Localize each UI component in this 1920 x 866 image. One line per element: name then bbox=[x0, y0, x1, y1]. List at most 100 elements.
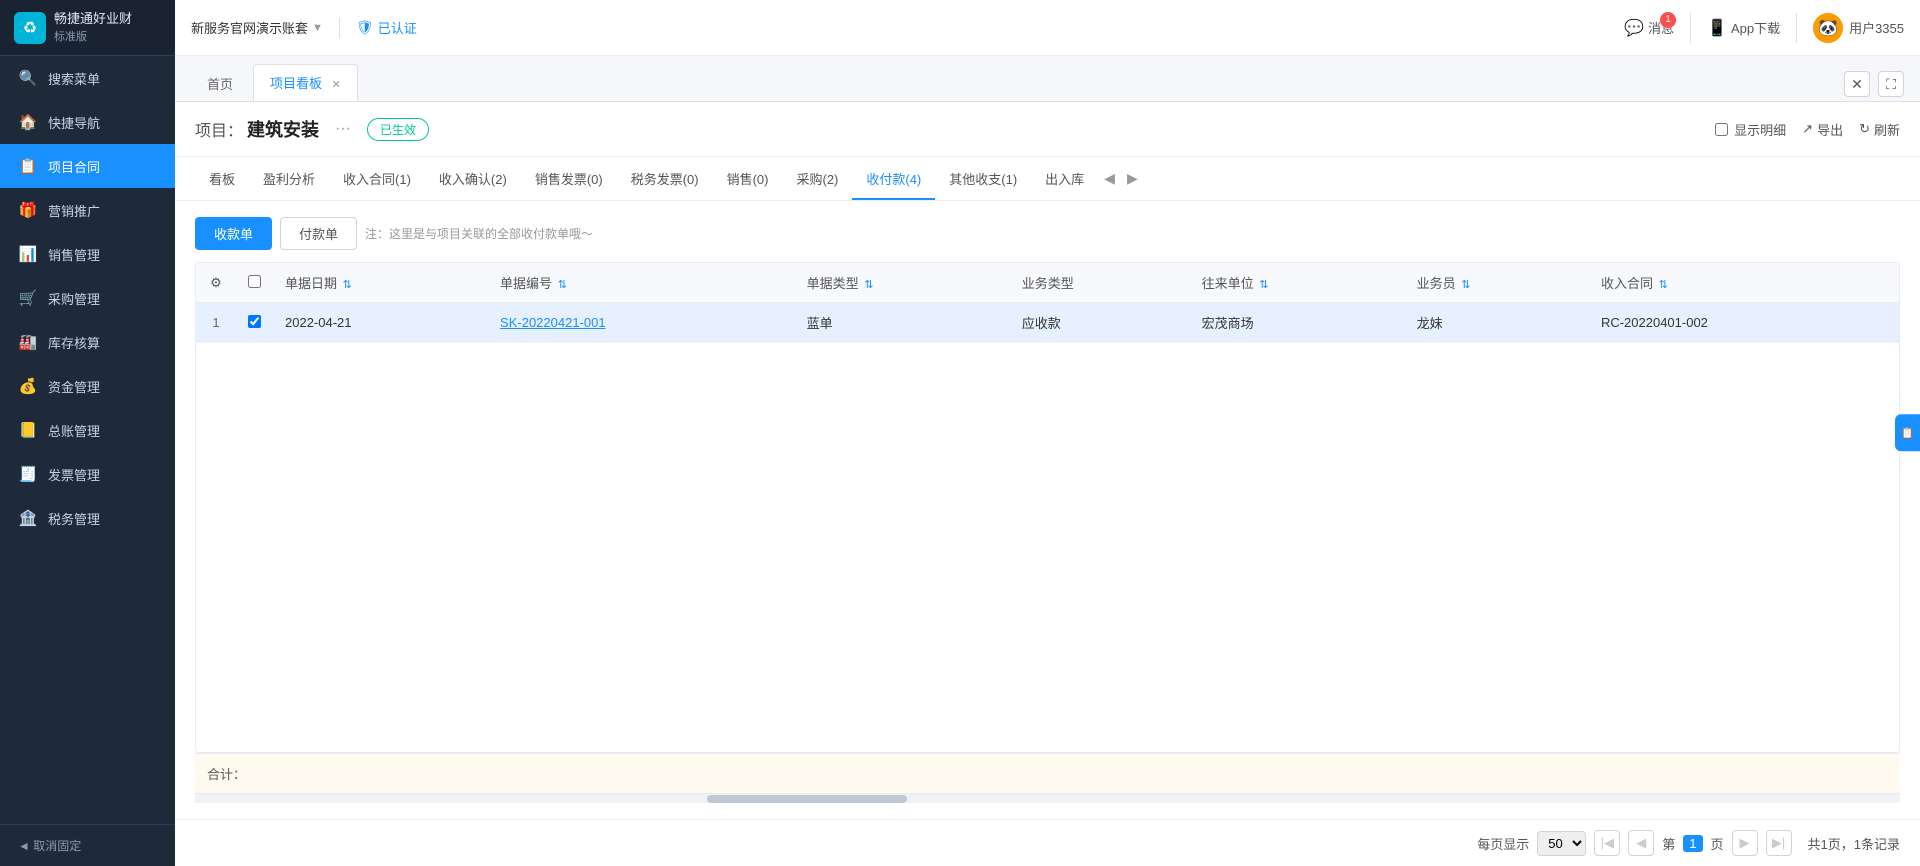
sub-nav-sales[interactable]: 销售(0) bbox=[713, 157, 783, 200]
receipt-toggle-button[interactable]: 收款单 bbox=[195, 217, 272, 250]
refresh-button[interactable]: ↻ 刷新 bbox=[1859, 120, 1900, 139]
table-footer: 合计： bbox=[195, 753, 1900, 793]
sub-nav-sales-invoice[interactable]: 销售发票(0) bbox=[521, 157, 617, 200]
data-table: ⚙ 单据日期 ⇅ 单据编号 ⇅ bbox=[196, 263, 1899, 343]
fullscreen-button[interactable]: ⛶ bbox=[1878, 71, 1904, 97]
chevron-down-icon: ▼ bbox=[312, 22, 323, 34]
main-content: 新服务官网演示账套 ▼ 🛡 已认证 💬 消息 1 📱 App下载 🐼 用户335… bbox=[175, 0, 1920, 866]
app-logo-icon: ♻ bbox=[14, 12, 46, 44]
topbar-right: 💬 消息 1 📱 App下载 🐼 用户3355 bbox=[1624, 13, 1904, 43]
first-page-button[interactable]: |◀ bbox=[1594, 830, 1620, 856]
sub-nav-next-arrow[interactable]: ▶ bbox=[1121, 162, 1144, 195]
sidebar-logo: ♻ 畅捷通好业财 标准版 bbox=[0, 0, 175, 56]
float-tab-icon: 📋 bbox=[1901, 426, 1913, 439]
horizontal-scrollbar[interactable] bbox=[195, 793, 1900, 803]
th-biz-type: 业务类型 bbox=[1010, 263, 1190, 303]
sub-nav-purchase[interactable]: 采购(2) bbox=[782, 157, 852, 200]
data-table-wrapper: ⚙ 单据日期 ⇅ 单据编号 ⇅ bbox=[195, 262, 1900, 753]
export-button[interactable]: ↗ 导出 bbox=[1802, 120, 1843, 139]
td-type: 蓝单 bbox=[795, 303, 1010, 343]
sidebar: ♻ 畅捷通好业财 标准版 🔍 搜索菜单 🏠 快捷导航 📋 项目合同 🎁 营销推广… bbox=[0, 0, 175, 866]
chart-icon: 📊 bbox=[18, 244, 38, 264]
th-checkbox[interactable] bbox=[236, 263, 273, 303]
sub-nav-receipts[interactable]: 收付款(4) bbox=[852, 157, 935, 200]
sub-nav-kanban[interactable]: 看板 bbox=[195, 157, 249, 200]
next-page-button[interactable]: ▶ bbox=[1732, 830, 1758, 856]
cart-icon: 🛒 bbox=[18, 288, 38, 308]
th-gear[interactable]: ⚙ bbox=[196, 263, 236, 303]
close-icon: ✕ bbox=[1851, 76, 1863, 93]
sub-nav-profit-analysis[interactable]: 盈利分析 bbox=[249, 157, 329, 200]
sidebar-item-invoice-mgmt[interactable]: 🧾 发票管理 bbox=[0, 452, 175, 496]
td-salesperson: 龙妹 bbox=[1405, 303, 1589, 343]
sidebar-item-ledger-mgmt[interactable]: 📒 总账管理 bbox=[0, 408, 175, 452]
sidebar-item-sales-mgmt[interactable]: 📊 销售管理 bbox=[0, 232, 175, 276]
table-header-row: ⚙ 单据日期 ⇅ 单据编号 ⇅ bbox=[196, 263, 1899, 303]
tab-close-icon[interactable]: ✕ bbox=[332, 79, 341, 91]
sub-nav-income-confirm[interactable]: 收入确认(2) bbox=[425, 157, 521, 200]
close-window-button[interactable]: ✕ bbox=[1844, 71, 1870, 97]
fullscreen-icon: ⛶ bbox=[1886, 76, 1896, 93]
topbar-divider bbox=[339, 18, 340, 38]
more-button[interactable]: ··· bbox=[335, 120, 351, 138]
per-page-select[interactable]: 50 bbox=[1537, 831, 1586, 856]
sort-icon-2: ⇅ bbox=[558, 279, 567, 291]
th-salesperson: 业务员 ⇅ bbox=[1405, 263, 1589, 303]
scrollbar-thumb[interactable] bbox=[707, 795, 907, 803]
sidebar-item-purchase-mgmt[interactable]: 🛒 采购管理 bbox=[0, 276, 175, 320]
sub-nav-in-out[interactable]: 出入库 bbox=[1031, 157, 1098, 200]
project-name: 建筑安装 bbox=[247, 116, 319, 142]
invoice-icon: 🧾 bbox=[18, 464, 38, 484]
sub-nav-income-contract[interactable]: 收入合同(1) bbox=[329, 157, 425, 200]
sidebar-item-marketing[interactable]: 🎁 营销推广 bbox=[0, 188, 175, 232]
workspace-selector[interactable]: 新服务官网演示账套 ▼ bbox=[191, 18, 323, 37]
sidebar-item-funds-mgmt[interactable]: 💰 资金管理 bbox=[0, 364, 175, 408]
sub-nav-other-income[interactable]: 其他收支(1) bbox=[935, 157, 1031, 200]
project-icon: 📋 bbox=[18, 156, 38, 176]
tax-icon: 🏦 bbox=[18, 508, 38, 528]
tab-home[interactable]: 首页 bbox=[191, 66, 249, 101]
search-icon: 🔍 bbox=[18, 68, 38, 88]
last-page-button[interactable]: ▶| bbox=[1766, 830, 1792, 856]
sidebar-item-project-contract[interactable]: 📋 项目合同 bbox=[0, 144, 175, 188]
show-detail-checkbox[interactable]: 显示明细 bbox=[1715, 120, 1786, 139]
shield-icon: 🛡 bbox=[356, 19, 374, 36]
content-area: 收款单 付款单 注：这里是与项目关联的全部收付款单哦～ ⚙ bbox=[175, 201, 1920, 819]
home-icon: 🏠 bbox=[18, 112, 38, 132]
project-label: 项目： bbox=[195, 117, 243, 141]
th-income-contract: 收入合同 ⇅ bbox=[1589, 263, 1899, 303]
prev-page-button[interactable]: ◀ bbox=[1628, 830, 1654, 856]
sidebar-item-tax-mgmt[interactable]: 🏦 税务管理 bbox=[0, 496, 175, 540]
message-button[interactable]: 💬 消息 1 bbox=[1624, 18, 1674, 38]
float-tab[interactable]: 📋 bbox=[1895, 414, 1920, 451]
sidebar-item-inventory[interactable]: 🏭 库存核算 bbox=[0, 320, 175, 364]
app-download-button[interactable]: 📱 App下载 bbox=[1707, 18, 1780, 38]
sub-nav-tax-invoice[interactable]: 税务发票(0) bbox=[617, 157, 713, 200]
export-icon: ↗ bbox=[1802, 121, 1813, 137]
th-date: 单据日期 ⇅ bbox=[273, 263, 488, 303]
row-checkbox[interactable] bbox=[248, 315, 261, 328]
topbar-vdivider-2 bbox=[1796, 13, 1797, 43]
sidebar-item-search[interactable]: 🔍 搜索菜单 bbox=[0, 56, 175, 100]
sidebar-item-quick-nav[interactable]: 🏠 快捷导航 bbox=[0, 100, 175, 144]
sort-icon-3: ⇅ bbox=[864, 279, 873, 291]
sidebar-logo-text: 畅捷通好业财 标准版 bbox=[54, 11, 132, 44]
tab-project-board[interactable]: 项目看板 ✕ bbox=[253, 64, 358, 101]
pagination: 每页显示 50 |◀ ◀ 第 1 页 ▶ ▶| 共1页，1条记录 bbox=[175, 819, 1920, 866]
payment-toggle-button[interactable]: 付款单 bbox=[280, 217, 357, 250]
footer-total-label: 合计： bbox=[207, 764, 246, 783]
show-detail-input[interactable] bbox=[1715, 123, 1728, 136]
td-income-contract: RC-20220401-002 bbox=[1589, 303, 1899, 343]
cancel-fixed-button[interactable]: ◄ 取消固定 bbox=[0, 824, 175, 866]
td-number[interactable]: SK-20220421-001 bbox=[488, 303, 795, 343]
user-menu[interactable]: 🐼 用户3355 bbox=[1813, 13, 1904, 43]
select-all-checkbox[interactable] bbox=[248, 275, 261, 288]
sub-nav-prev-arrow[interactable]: ◀ bbox=[1098, 162, 1121, 195]
td-checkbox[interactable] bbox=[236, 303, 273, 343]
tabbar-actions: ✕ ⛶ bbox=[1844, 71, 1904, 101]
toggle-bar: 收款单 付款单 注：这里是与项目关联的全部收付款单哦～ bbox=[195, 217, 1900, 250]
sidebar-menu: 🔍 搜索菜单 🏠 快捷导航 📋 项目合同 🎁 营销推广 📊 销售管理 🛒 采购管… bbox=[0, 56, 175, 824]
tabbar: 首页 项目看板 ✕ ✕ ⛶ bbox=[175, 56, 1920, 102]
td-partner: 宏茂商场 bbox=[1190, 303, 1405, 343]
sub-navigation: 看板 盈利分析 收入合同(1) 收入确认(2) 销售发票(0) 税务发票(0) … bbox=[175, 157, 1920, 201]
